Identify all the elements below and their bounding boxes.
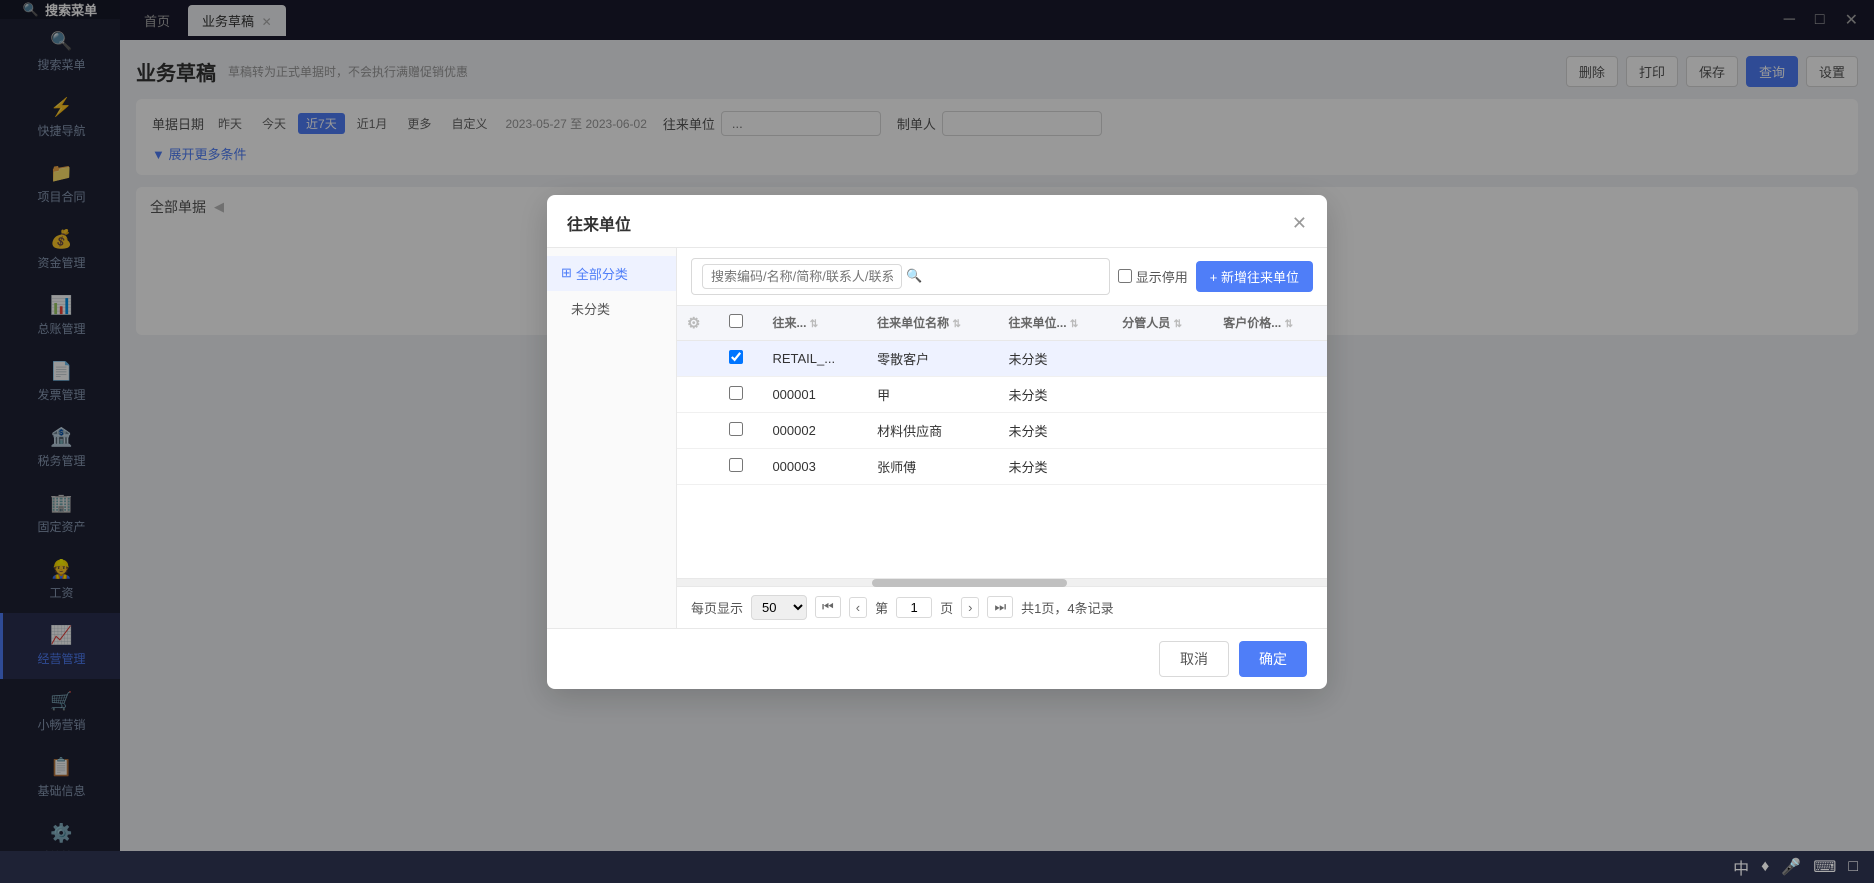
row-code-2: 000002: [762, 412, 867, 448]
row-code-3: 000003: [762, 448, 867, 484]
page-size-select[interactable]: 50 20 100: [751, 595, 807, 620]
page-size-label: 每页显示: [691, 598, 743, 617]
category-all[interactable]: ⊞ 全部分类: [547, 256, 676, 291]
dialog-content: 🔍 显示停用 + 新增往来单位 ⚙: [677, 248, 1327, 628]
col-settings: ⚙: [677, 306, 719, 341]
col-manager[interactable]: 分管人员 ⇅: [1112, 306, 1213, 341]
row-category-0: 未分类: [999, 340, 1113, 376]
col-code[interactable]: 往来... ⇅: [762, 306, 867, 341]
row-settings-3: [677, 448, 719, 484]
modal-overlay: 往来单位 ✕ ⊞ 全部分类 未分类 🔍: [0, 0, 1874, 883]
dialog-body: ⊞ 全部分类 未分类 🔍 显示停用: [547, 248, 1327, 628]
row-category-3: 未分类: [999, 448, 1113, 484]
row-price-1: [1213, 376, 1327, 412]
row-checkbox-3[interactable]: [719, 448, 762, 484]
dialog-search-row: 🔍 显示停用 + 新增往来单位: [677, 248, 1327, 306]
col-price[interactable]: 客户价格... ⇅: [1213, 306, 1327, 341]
dialog-sidebar: ⊞ 全部分类 未分类: [547, 248, 677, 628]
partner-dialog: 往来单位 ✕ ⊞ 全部分类 未分类 🔍: [547, 195, 1327, 689]
table-row[interactable]: 000002 材料供应商 未分类: [677, 412, 1327, 448]
sort-icon-code: ⇅: [810, 319, 818, 330]
row-price-0: [1213, 340, 1327, 376]
dialog-title: 往来单位: [567, 211, 631, 235]
cancel-button[interactable]: 取消: [1159, 641, 1229, 677]
confirm-button[interactable]: 确定: [1239, 641, 1307, 677]
row-category-1: 未分类: [999, 376, 1113, 412]
row-checkbox-0[interactable]: [719, 340, 762, 376]
page-label: 页: [940, 598, 953, 617]
keyboard-icon[interactable]: ⌨: [1813, 857, 1836, 877]
sort-icon-category: ⇅: [1070, 319, 1078, 330]
show-disabled-label[interactable]: 显示停用: [1118, 267, 1188, 286]
col-name[interactable]: 往来单位名称 ⇅: [867, 306, 998, 341]
new-partner-button[interactable]: + 新增往来单位: [1196, 261, 1313, 292]
row-name-1: 甲: [867, 376, 998, 412]
col-checkbox: [719, 306, 762, 341]
next-page-button[interactable]: ›: [961, 597, 979, 618]
sort-icon-manager: ⇅: [1174, 319, 1182, 330]
scrollbar-thumb: [872, 579, 1067, 587]
sort-icon-name: ⇅: [952, 319, 960, 330]
dialog-scrollbar[interactable]: [677, 578, 1327, 586]
dialog-header: 往来单位 ✕: [547, 195, 1327, 248]
dialog-pagination: 每页显示 50 20 100 ⏮ ‹ 第 页 › ⏭ 共1页，4条记录: [677, 586, 1327, 628]
search-icon: 🔍: [906, 268, 922, 284]
row-price-3: [1213, 448, 1327, 484]
input-method-icon[interactable]: 中: [1733, 855, 1749, 879]
dialog-search-input[interactable]: [702, 264, 902, 289]
mic-icon[interactable]: 🎤: [1781, 857, 1801, 877]
row-code-0: RETAIL_...: [762, 340, 867, 376]
category-all-icon: ⊞: [561, 265, 572, 281]
row-code-1: 000001: [762, 376, 867, 412]
row-manager-0: [1112, 340, 1213, 376]
row-name-3: 张师傅: [867, 448, 998, 484]
dialog-search-box: 🔍: [691, 258, 1110, 295]
row-name-2: 材料供应商: [867, 412, 998, 448]
dialog-table-header: ⚙ 往来... ⇅ 往来单位名称 ⇅ 往来单位... ⇅ 分管人员 ⇅ 客户价格…: [677, 306, 1327, 341]
dialog-actions: 取消 确定: [547, 628, 1327, 689]
row-settings-2: [677, 412, 719, 448]
row-settings-1: [677, 376, 719, 412]
row-price-2: [1213, 412, 1327, 448]
row-manager-1: [1112, 376, 1213, 412]
prev-page-button[interactable]: ‹: [849, 597, 867, 618]
row-manager-3: [1112, 448, 1213, 484]
diamond-icon[interactable]: ♦: [1761, 858, 1769, 876]
col-category[interactable]: 往来单位... ⇅: [999, 306, 1113, 341]
display-icon[interactable]: □: [1848, 858, 1858, 876]
first-page-button[interactable]: ⏮: [815, 596, 841, 618]
page-number-input[interactable]: [896, 597, 932, 618]
table-row[interactable]: 000003 张师傅 未分类: [677, 448, 1327, 484]
category-all-label: 全部分类: [576, 264, 628, 283]
total-label: 共1页，4条记录: [1021, 598, 1113, 617]
settings-icon[interactable]: ⚙: [687, 315, 700, 332]
page-label-pre: 第: [875, 598, 888, 617]
row-checkbox-2[interactable]: [719, 412, 762, 448]
table-row[interactable]: RETAIL_... 零散客户 未分类: [677, 340, 1327, 376]
select-all-checkbox[interactable]: [729, 314, 743, 328]
dialog-table: ⚙ 往来... ⇅ 往来单位名称 ⇅ 往来单位... ⇅ 分管人员 ⇅ 客户价格…: [677, 306, 1327, 578]
bottom-bar: 中 ♦ 🎤 ⌨ □: [0, 851, 1874, 883]
table-row[interactable]: 000001 甲 未分类: [677, 376, 1327, 412]
row-settings-0: [677, 340, 719, 376]
category-unclassified[interactable]: 未分类: [547, 291, 676, 326]
last-page-button[interactable]: ⏭: [987, 596, 1013, 618]
category-unclassified-label: 未分类: [571, 302, 610, 317]
sort-icon-price: ⇅: [1285, 319, 1293, 330]
dialog-close-button[interactable]: ✕: [1292, 214, 1307, 232]
row-manager-2: [1112, 412, 1213, 448]
row-name-0: 零散客户: [867, 340, 998, 376]
row-category-2: 未分类: [999, 412, 1113, 448]
show-disabled-checkbox[interactable]: [1118, 269, 1132, 283]
row-checkbox-1[interactable]: [719, 376, 762, 412]
